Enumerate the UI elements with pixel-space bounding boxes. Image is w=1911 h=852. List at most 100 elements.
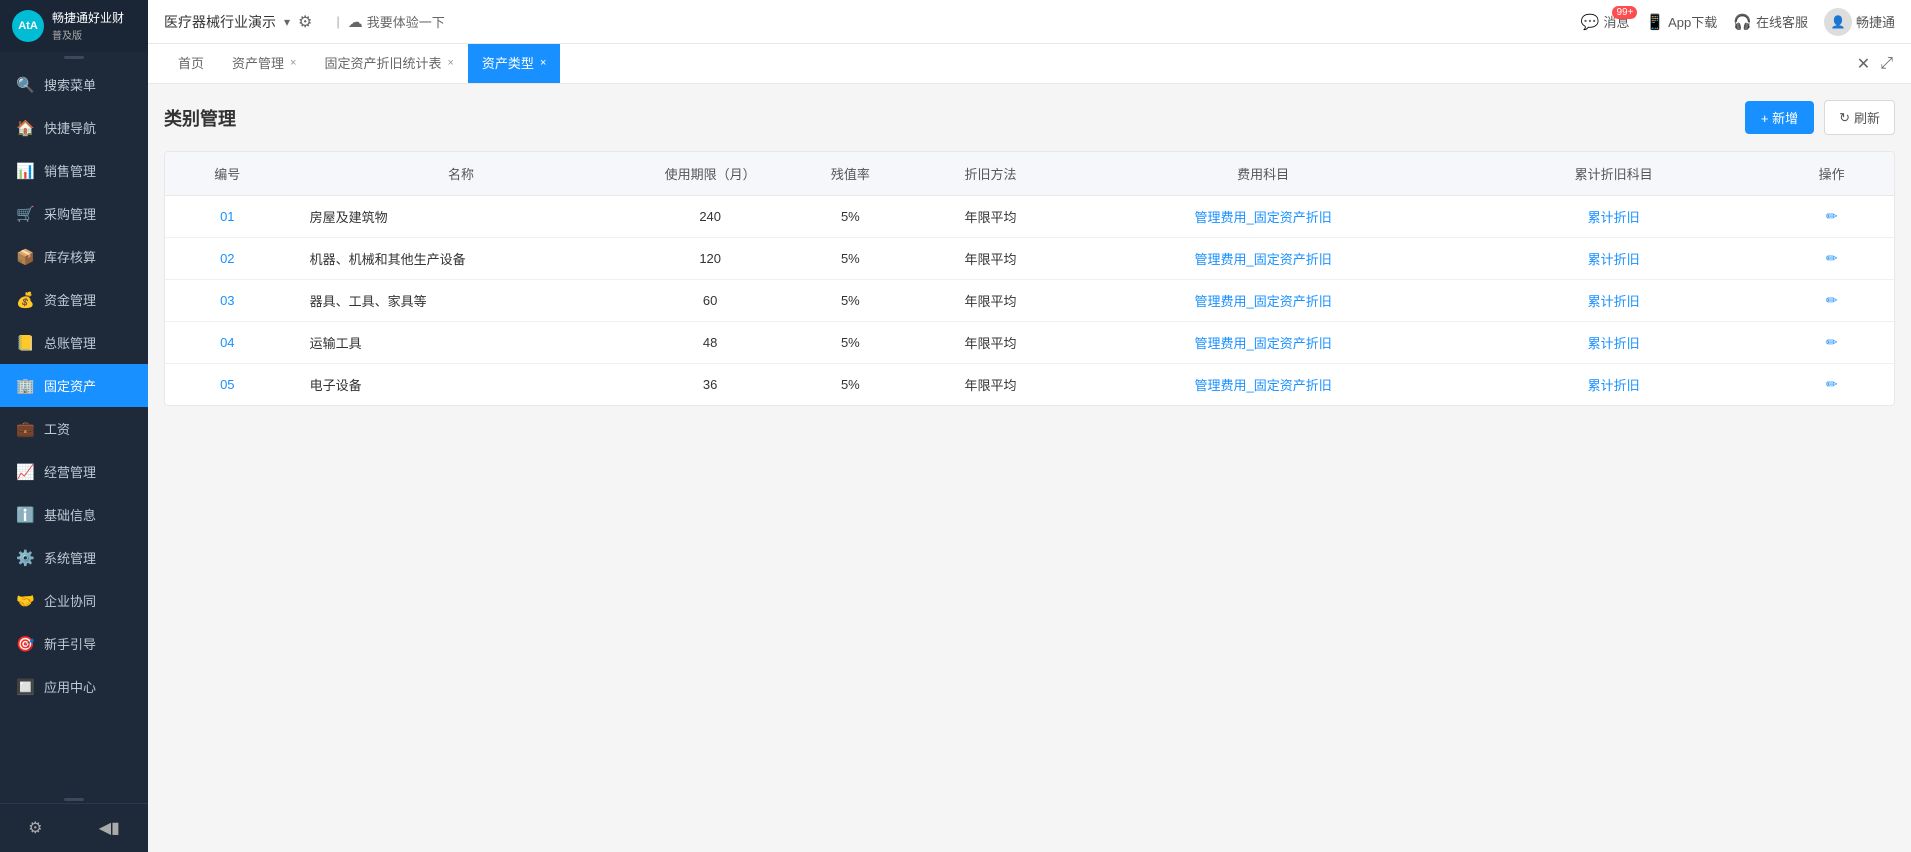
scroll-down-indicator xyxy=(64,798,84,801)
table-header-row: 编号 名称 使用期限（月） 残值率 折旧方法 费用科目 累计折旧科目 操作 xyxy=(165,152,1894,196)
company-title: 医疗器械行业演示 xyxy=(164,12,276,32)
cell-code: 05 xyxy=(165,364,290,406)
tab-close-depreciation[interactable]: × xyxy=(447,57,453,69)
sidebar-item-search[interactable]: 🔍 搜索菜单 xyxy=(0,63,148,106)
guide-icon: 🎯 xyxy=(16,635,34,653)
data-table: 编号 名称 使用期限（月） 残值率 折旧方法 费用科目 累计折旧科目 操作 01… xyxy=(164,151,1895,406)
edit-button[interactable]: ✏ xyxy=(1826,292,1838,308)
enterprise-icon: 🤝 xyxy=(16,592,34,610)
collapse-sidebar-button[interactable]: ◀▮ xyxy=(93,812,126,844)
cell-period: 48 xyxy=(632,322,788,364)
cell-period: 36 xyxy=(632,364,788,406)
cell-expense: 管理费用_固定资产折旧 xyxy=(1068,238,1457,280)
scroll-up-indicator xyxy=(64,56,84,59)
page-content: 类别管理 + 新增 ↻ 刷新 编号 名称 使用期限（月） 残值率 xyxy=(148,84,1911,852)
sidebar-item-label: 销售管理 xyxy=(44,161,96,180)
sidebar-item-basic-info[interactable]: ℹ️ 基础信息 xyxy=(0,493,148,536)
download-icon: 📱 xyxy=(1645,13,1664,31)
ledger-icon: 📒 xyxy=(16,334,34,352)
close-window-button[interactable]: ✕ xyxy=(1855,52,1872,76)
cell-expense: 管理费用_固定资产折旧 xyxy=(1068,196,1457,238)
tab-asset-mgmt[interactable]: 资产管理 × xyxy=(218,44,310,83)
finance-icon: 💰 xyxy=(16,291,34,309)
table-row: 04 运输工具 48 5% 年限平均 管理费用_固定资产折旧 累计折旧 ✏ xyxy=(165,322,1894,364)
message-badge: 99+ xyxy=(1612,6,1637,19)
cell-name: 机器、机械和其他生产设备 xyxy=(290,238,633,280)
topbar-right: 💬 消息 99+ 📱 App下载 🎧 在线客服 👤 畅捷通 xyxy=(1581,8,1895,36)
edit-button[interactable]: ✏ xyxy=(1826,208,1838,224)
sidebar-item-label: 新手引导 xyxy=(44,634,96,653)
tabs-controls: ✕ ⤢ xyxy=(1855,52,1895,76)
payroll-icon: 💼 xyxy=(16,420,34,438)
sidebar-item-label: 系统管理 xyxy=(44,548,96,567)
online-service-action[interactable]: 🎧 在线客服 xyxy=(1733,12,1808,31)
cell-residual: 5% xyxy=(788,280,913,322)
avatar: 👤 xyxy=(1824,8,1852,36)
sidebar-item-purchase[interactable]: 🛒 采购管理 xyxy=(0,192,148,235)
apps-icon: 🔲 xyxy=(16,678,34,696)
tab-asset-type[interactable]: 资产类型 × xyxy=(468,44,560,83)
experience-button[interactable]: ☁ 我要体验一下 xyxy=(348,12,445,31)
tab-close-asset-mgmt[interactable]: × xyxy=(290,57,296,69)
sidebar-item-label: 搜索菜单 xyxy=(44,75,96,94)
settings-icon[interactable]: ⚙ xyxy=(298,12,312,32)
topbar-left: 医疗器械行业演示 ▾ ⚙ | ☁ 我要体验一下 xyxy=(164,12,445,32)
app-download-action[interactable]: 📱 App下载 xyxy=(1645,12,1717,31)
col-header-period: 使用期限（月） xyxy=(632,152,788,196)
search-icon: 🔍 xyxy=(16,76,34,94)
sidebar-item-label: 固定资产 xyxy=(44,376,96,395)
edit-button[interactable]: ✏ xyxy=(1826,250,1838,266)
dropdown-icon[interactable]: ▾ xyxy=(284,15,290,29)
logo-icon: AtA xyxy=(12,10,44,42)
sidebar-item-sales[interactable]: 📊 销售管理 xyxy=(0,149,148,192)
sidebar-logo: AtA 畅捷通好业财 普及版 xyxy=(0,0,148,52)
sidebar-item-enterprise[interactable]: 🤝 企业协同 xyxy=(0,579,148,622)
divider: | xyxy=(336,14,339,29)
tab-home[interactable]: 首页 xyxy=(164,44,218,83)
cell-action: ✏ xyxy=(1769,364,1894,406)
settings-button[interactable]: ⚙ xyxy=(22,812,48,844)
cell-period: 240 xyxy=(632,196,788,238)
tab-close-asset-type[interactable]: × xyxy=(540,57,546,69)
sidebar-item-quick-nav[interactable]: 🏠 快捷导航 xyxy=(0,106,148,149)
sidebar-item-inventory[interactable]: 📦 库存核算 xyxy=(0,235,148,278)
user-action[interactable]: 👤 畅捷通 xyxy=(1824,8,1895,36)
edit-button[interactable]: ✏ xyxy=(1826,376,1838,392)
col-header-code: 编号 xyxy=(165,152,290,196)
refresh-button[interactable]: ↻ 刷新 xyxy=(1824,100,1895,135)
maximize-window-button[interactable]: ⤢ xyxy=(1878,53,1895,75)
sidebar-item-fixed-assets[interactable]: 🏢 固定资产 xyxy=(0,364,148,407)
cell-method: 年限平均 xyxy=(913,322,1069,364)
system-icon: ⚙️ xyxy=(16,549,34,567)
message-action[interactable]: 💬 消息 99+ xyxy=(1581,12,1630,31)
cell-code: 04 xyxy=(165,322,290,364)
sidebar-item-system[interactable]: ⚙️ 系统管理 xyxy=(0,536,148,579)
sidebar-item-payroll[interactable]: 💼 工资 xyxy=(0,407,148,450)
sidebar-item-finance[interactable]: 💰 资金管理 xyxy=(0,278,148,321)
tab-depreciation-table[interactable]: 固定资产折旧统计表 × xyxy=(310,44,467,83)
cell-name: 运输工具 xyxy=(290,322,633,364)
refresh-icon: ↻ xyxy=(1839,110,1850,126)
page-title: 类别管理 xyxy=(164,105,236,131)
sidebar-item-label: 应用中心 xyxy=(44,677,96,696)
cell-action: ✏ xyxy=(1769,322,1894,364)
sidebar-item-apps[interactable]: 🔲 应用中心 xyxy=(0,665,148,708)
app-version: 普及版 xyxy=(52,27,124,42)
cell-code: 01 xyxy=(165,196,290,238)
cloud-icon: ☁ xyxy=(348,13,363,31)
operations-icon: 📈 xyxy=(16,463,34,481)
cell-expense: 管理费用_固定资产折旧 xyxy=(1068,364,1457,406)
tabs-list: 首页 资产管理 × 固定资产折旧统计表 × 资产类型 × xyxy=(164,44,560,83)
table-row: 02 机器、机械和其他生产设备 120 5% 年限平均 管理费用_固定资产折旧 … xyxy=(165,238,1894,280)
page-header: 类别管理 + 新增 ↻ 刷新 xyxy=(164,100,1895,135)
sidebar: AtA 畅捷通好业财 普及版 🔍 搜索菜单 🏠 快捷导航 📊 销售管理 🛒 采购… xyxy=(0,0,148,852)
new-button[interactable]: + 新增 xyxy=(1745,101,1814,134)
service-icon: 🎧 xyxy=(1733,13,1752,31)
edit-button[interactable]: ✏ xyxy=(1826,334,1838,350)
cell-residual: 5% xyxy=(788,322,913,364)
sidebar-item-operations[interactable]: 📈 经营管理 xyxy=(0,450,148,493)
sidebar-item-ledger[interactable]: 📒 总账管理 xyxy=(0,321,148,364)
sidebar-item-label: 工资 xyxy=(44,419,70,438)
sidebar-item-guide[interactable]: 🎯 新手引导 xyxy=(0,622,148,665)
cell-name: 房屋及建筑物 xyxy=(290,196,633,238)
